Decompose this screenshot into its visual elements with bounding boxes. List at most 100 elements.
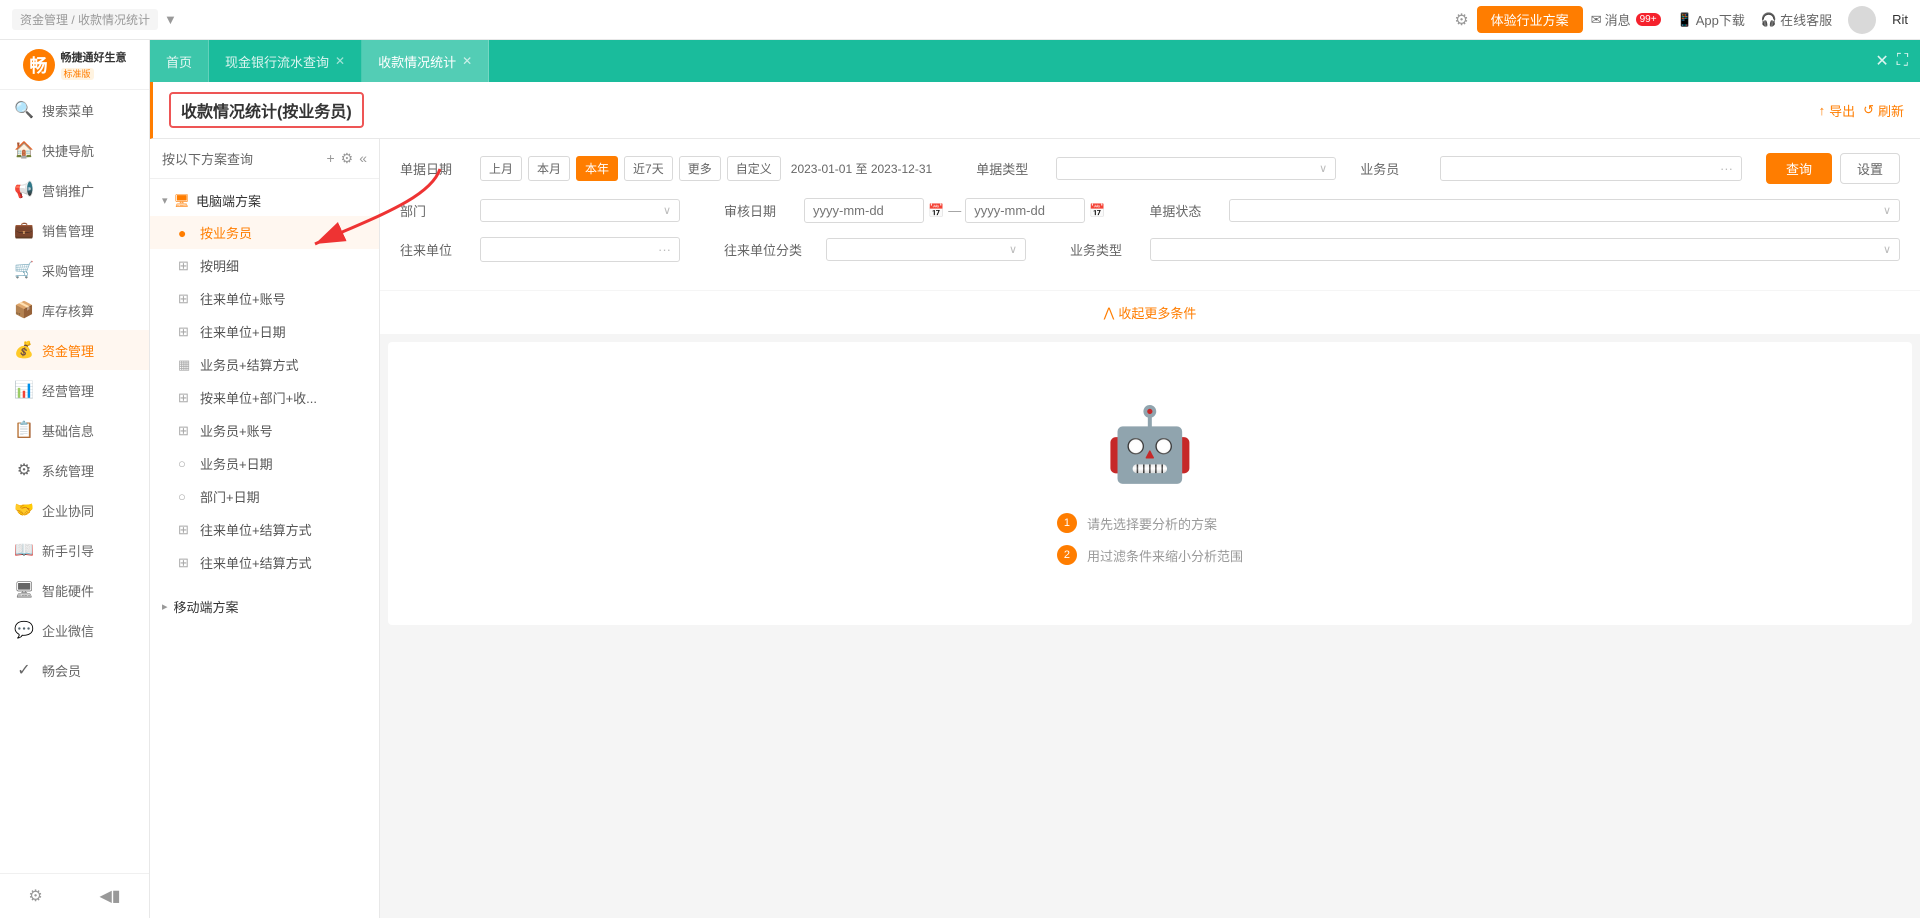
trial-button[interactable]: 体验行业方案 [1477,6,1583,33]
top-header: 资金管理 / 收款情况统计 ▼ ⚙ 体验行业方案 ✉ 消息 99+ 📱 App下… [0,0,1920,40]
sidebar-item-quicknav[interactable]: 🏠 快捷导航 [0,130,149,170]
sidebar: 畅 畅捷通好生意 标准版 🔍 搜索菜单 🏠 快捷导航 📢 营销推广 💼 销售管理… [0,40,150,918]
review-date-start[interactable] [804,198,924,223]
review-date-label: 审核日期 [724,201,780,220]
date-btn-more[interactable]: 更多 [679,156,721,181]
scheme-settings-icon[interactable]: ⚙ [341,150,354,167]
settings-bottom-icon[interactable]: ⚙ [20,882,50,910]
sidebar-item-hardware[interactable]: 🖥 智能硬件 [0,570,149,610]
sidebar-label-sales: 销售管理 [42,221,94,240]
date-btn-custom[interactable]: 自定义 [727,156,781,181]
messages-button[interactable]: ✉ 消息 99+ [1591,10,1661,29]
sidebar-item-wechat[interactable]: 💬 企业微信 [0,610,149,650]
page-header-actions: ↑ 导出 ↺ 刷新 [1819,101,1904,120]
tab-receipt[interactable]: 收款情况统计 ✕ [362,40,489,82]
left-panel: 按以下方案查询 + ⚙ « ▾ 🖥 电脑端方案 ● [150,139,380,918]
scheme-item-salesperson[interactable]: ● 按业务员 [150,216,379,249]
sidebar-item-guide[interactable]: 📖 新手引导 [0,530,149,570]
sidebar-item-basic[interactable]: 📋 基础信息 [0,410,149,450]
sidebar-label-finance: 资金管理 [42,341,94,360]
scheme-item-partner-account[interactable]: ⊞ 往来单位+账号 [150,282,379,315]
scheme-item-partner-date[interactable]: ⊞ 往来单位+日期 [150,315,379,348]
sidebar-label-wechat: 企业微信 [42,621,94,640]
tab-receipt-close[interactable]: ✕ [462,54,472,68]
app-download-button[interactable]: 📱 App下载 [1677,10,1745,29]
doc-status-select[interactable]: ∨ [1229,199,1900,222]
tab-maximize-icon[interactable]: ⛶ [1897,52,1908,70]
scheme-item-salesperson-account[interactable]: ⊞ 业务员+账号 [150,414,379,447]
doc-type-label: 单据类型 [976,159,1032,178]
sidebar-item-finance[interactable]: 💰 资金管理 [0,330,149,370]
add-scheme-icon[interactable]: + [326,150,334,167]
empty-steps: 1 请先选择要分析的方案 2 用过滤条件来缩小分析范围 [1057,513,1243,565]
partner-select[interactable]: ··· [480,237,680,262]
scheme-item-detail[interactable]: ⊞ 按明细 [150,249,379,282]
settings-icon[interactable]: ⚙ [1454,10,1468,30]
refresh-button[interactable]: ↺ 刷新 [1863,101,1904,120]
partner-class-select[interactable]: ∨ [826,238,1026,261]
review-date-group: 📅 — 📅 [804,198,1105,223]
scheme-group-pc-title[interactable]: ▾ 🖥 电脑端方案 [150,185,379,216]
partner-class-label: 往来单位分类 [724,240,802,259]
scheme-group-pc: ▾ 🖥 电脑端方案 ● 按业务员 ⊞ 按明细 ⊞ 往来单位+账号 [150,179,379,585]
dept-select[interactable]: ∨ [480,199,680,222]
sidebar-item-search[interactable]: 🔍 搜索菜单 [0,90,149,130]
filter-row-3: 往来单位 ··· 往来单位分类 ∨ 业务类型 ∨ [400,237,1900,262]
review-date-end[interactable] [965,198,1085,223]
doc-type-select[interactable]: ∨ [1056,157,1336,180]
tab-home-label: 首页 [166,52,192,71]
dropdown-icon[interactable]: ▼ [164,12,177,27]
scheme-group-mobile: ▸ 移动端方案 [150,585,379,628]
empty-step-1: 1 请先选择要分析的方案 [1057,513,1243,533]
scheme-item-partner-settle1[interactable]: ⊞ 往来单位+结算方式 [150,513,379,546]
tab-bank[interactable]: 现金银行流水查询 ✕ [209,40,362,82]
sidebar-item-operations[interactable]: 📊 经营管理 [0,370,149,410]
salesperson-select[interactable]: ··· [1440,156,1742,181]
page-title: 收款情况统计(按业务员) [181,104,352,121]
tab-home[interactable]: 首页 [150,40,209,82]
scheme-item-partner-settle2[interactable]: ⊞ 往来单位+结算方式 [150,546,379,579]
partner-more-btn[interactable]: ··· [658,242,671,257]
active-scheme-icon: ● [178,225,194,241]
sidebar-item-enterprise[interactable]: 🤝 企业协同 [0,490,149,530]
empty-robot-icon: 🤖 [1105,402,1195,487]
scheme-detail-label: 按明细 [200,256,239,275]
collapse-label: 收起更多条件 [1118,303,1196,322]
query-button[interactable]: 查询 [1766,153,1832,184]
date-btn-last-month[interactable]: 上月 [480,156,522,181]
tab-bank-close[interactable]: ✕ [335,54,345,68]
date-btn-7days[interactable]: 近7天 [624,156,673,181]
sidebar-label-system: 系统管理 [42,461,94,480]
scheme-item-salesperson-settle[interactable]: ▦ 业务员+结算方式 [150,348,379,381]
guide-icon: 📖 [14,540,34,560]
sidebar-item-member[interactable]: ✓ 畅会员 [0,650,149,690]
collapse-panel-icon[interactable]: « [359,150,367,167]
page-title-box: 收款情况统计(按业务员) [169,92,364,128]
partner-settle2-icon: ⊞ [178,555,194,571]
biz-type-select[interactable]: ∨ [1150,238,1900,261]
date-btn-this-year[interactable]: 本年 [576,156,618,181]
scheme-group-mobile-title[interactable]: ▸ 移动端方案 [150,591,379,622]
sidebar-item-inventory[interactable]: 📦 库存核算 [0,290,149,330]
online-service-button[interactable]: 🎧 在线客服 [1761,10,1832,29]
collapse-sidebar-icon[interactable]: ◀▮ [91,882,128,910]
scheme-item-salesperson-date[interactable]: ○ 业务员+日期 [150,447,379,480]
export-button[interactable]: ↑ 导出 [1819,101,1856,120]
scheme-item-dept-date[interactable]: ○ 部门+日期 [150,480,379,513]
collapse-bar[interactable]: ⋀ 收起更多条件 [380,290,1920,334]
scheme-item-partner-dept[interactable]: ⊞ 按来单位+部门+收... [150,381,379,414]
avatar[interactable] [1848,6,1876,34]
tab-bank-label: 现金银行流水查询 [225,52,329,71]
sidebar-item-sales[interactable]: 💼 销售管理 [0,210,149,250]
operations-icon: 📊 [14,380,34,400]
quicknav-icon: 🏠 [14,140,34,160]
settings-filter-button[interactable]: 设置 [1840,153,1900,184]
tab-close-icon[interactable]: ✕ [1875,51,1888,71]
sidebar-item-system[interactable]: ⚙ 系统管理 [0,450,149,490]
doc-status-arrow: ∨ [1883,204,1891,217]
sidebar-item-purchase[interactable]: 🛒 采购管理 [0,250,149,290]
salesperson-settle-icon: ▦ [178,357,194,373]
edition-badge: 标准版 [61,68,94,80]
date-btn-this-month[interactable]: 本月 [528,156,570,181]
sidebar-item-marketing[interactable]: 📢 营销推广 [0,170,149,210]
